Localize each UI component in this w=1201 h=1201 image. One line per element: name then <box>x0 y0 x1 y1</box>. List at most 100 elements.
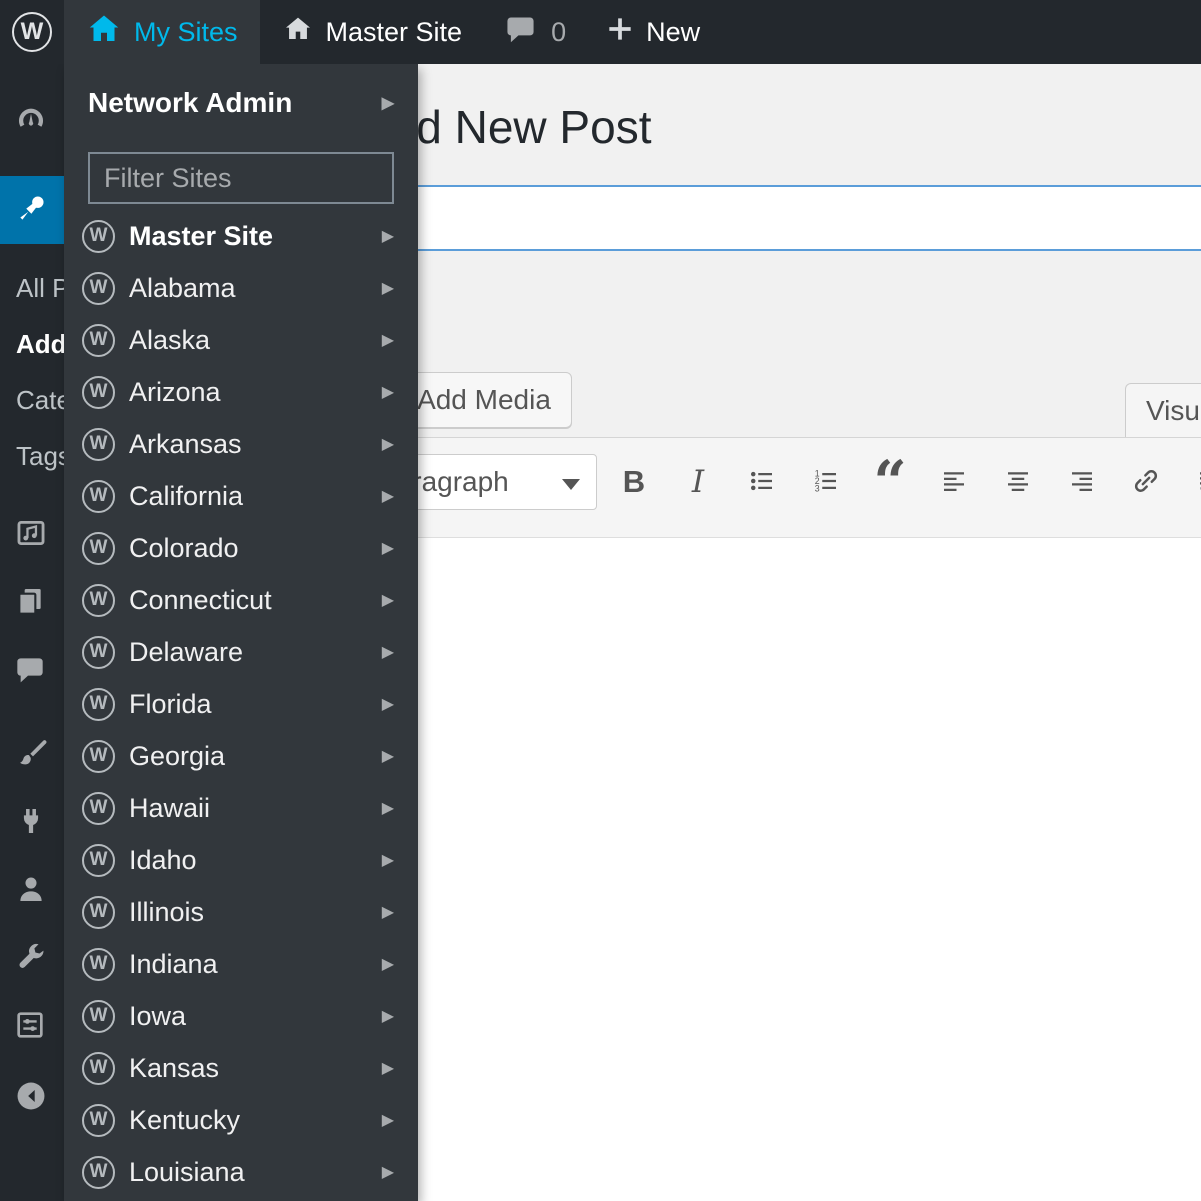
current-site-label: Master Site <box>325 16 463 47</box>
wordpress-site-icon <box>82 479 115 513</box>
site-menu-item[interactable]: Arkansas <box>64 418 418 470</box>
wordpress-site-icon <box>82 947 115 981</box>
site-menu-item[interactable]: California <box>64 470 418 522</box>
align-center-button[interactable] <box>990 454 1046 510</box>
site-menu-item[interactable]: Illinois <box>64 886 418 938</box>
plus-icon <box>604 13 636 52</box>
site-name-label: Arkansas <box>129 428 242 459</box>
wordpress-site-icon <box>82 687 115 721</box>
site-menu-item[interactable]: Louisiana <box>64 1146 418 1198</box>
site-menu-item[interactable]: Hawaii <box>64 782 418 834</box>
site-menu-item[interactable]: Alaska <box>64 314 418 366</box>
new-label: New <box>646 16 701 47</box>
my-sites-menu-item[interactable]: My Sites <box>64 0 260 64</box>
multisite-house-icon <box>86 11 122 54</box>
my-sites-list: Master Site Alabama Alaska Ar <box>64 210 418 1198</box>
link-button[interactable] <box>1118 454 1174 510</box>
wordpress-admin-screen: Add New Post Add Media Visual Paragraph … <box>0 0 1201 1201</box>
read-more-button[interactable] <box>1182 454 1201 510</box>
current-site-menu-item[interactable]: Master Site <box>260 0 485 64</box>
home-icon <box>282 13 314 52</box>
bulleted-list-button[interactable] <box>734 454 790 510</box>
site-menu-item[interactable]: Florida <box>64 678 418 730</box>
site-name-label: Arizona <box>129 376 221 407</box>
site-menu-item[interactable]: Master Site <box>64 210 418 262</box>
chevron-right-icon <box>382 642 394 662</box>
site-filter-input[interactable] <box>88 152 394 204</box>
site-menu-item[interactable]: Iowa <box>64 990 418 1042</box>
pages-icon <box>14 585 46 622</box>
chevron-right-icon <box>382 93 394 113</box>
site-menu-item[interactable]: Connecticut <box>64 574 418 626</box>
main-content: Add New Post Add Media Visual Paragraph … <box>320 64 1201 1201</box>
network-admin-item[interactable]: Network Admin <box>64 64 418 142</box>
blockquote-button[interactable] <box>862 454 918 510</box>
wordpress-site-icon <box>82 1051 115 1085</box>
collapse-arrow-icon <box>14 1079 48 1118</box>
chevron-right-icon <box>382 330 394 350</box>
site-menu-item[interactable]: Delaware <box>64 626 418 678</box>
chevron-right-icon <box>382 538 394 558</box>
my-sites-label: My Sites <box>134 16 238 47</box>
chevron-right-icon <box>382 1006 394 1026</box>
site-name-label: Indiana <box>129 948 218 979</box>
site-menu-item[interactable]: Arizona <box>64 366 418 418</box>
tab-visual[interactable]: Visual <box>1125 383 1201 438</box>
site-name-label: Master Site <box>129 220 274 251</box>
site-name-label: Colorado <box>129 532 239 563</box>
paintbrush-icon <box>14 736 48 775</box>
bold-button[interactable]: B <box>606 454 662 510</box>
site-menu-item[interactable]: Idaho <box>64 834 418 886</box>
add-media-label: Add Media <box>417 384 551 415</box>
posts-submenu-label: Tags <box>16 440 71 471</box>
site-menu-item[interactable]: Colorado <box>64 522 418 574</box>
media-icon <box>14 516 48 555</box>
new-content-menu-item[interactable]: New <box>586 0 718 64</box>
align-left-button[interactable] <box>926 454 982 510</box>
dashboard-gauge-icon <box>14 103 48 142</box>
wordpress-site-icon <box>82 1155 115 1189</box>
site-menu-item[interactable]: Indiana <box>64 938 418 990</box>
site-menu-item[interactable]: Alabama <box>64 262 418 314</box>
align-right-button[interactable] <box>1054 454 1110 510</box>
site-name-label: Alaska <box>129 324 211 355</box>
wordpress-site-icon <box>82 739 115 773</box>
site-menu-item[interactable]: Kentucky <box>64 1094 418 1146</box>
link-icon <box>1131 466 1161 499</box>
site-menu-item[interactable]: Georgia <box>64 730 418 782</box>
wordpress-site-icon <box>82 843 115 877</box>
wordpress-logo-icon <box>12 12 52 52</box>
numbered-list-button[interactable]: 123 <box>798 454 854 510</box>
comments-bubble-icon <box>504 12 537 52</box>
numbered-list-icon: 123 <box>811 466 841 499</box>
blockquote-icon <box>873 439 906 525</box>
italic-button[interactable]: I <box>670 454 726 510</box>
site-name-label: Illinois <box>129 896 205 927</box>
wordpress-site-icon <box>82 531 115 565</box>
network-admin-label: Network Admin <box>88 87 293 118</box>
editor-content-area[interactable] <box>361 538 1201 1201</box>
editor: Paragraph B I 123 <box>360 437 1201 1201</box>
chevron-right-icon <box>382 954 394 974</box>
align-center-icon <box>1003 466 1033 499</box>
editor-toolbar: Paragraph B I 123 <box>361 438 1201 538</box>
wordpress-site-icon <box>82 791 115 825</box>
chevron-right-icon <box>382 1110 394 1130</box>
post-title-input[interactable] <box>360 185 1201 251</box>
chevron-right-icon <box>382 382 394 402</box>
my-sites-dropdown: Network Admin Master Site Alabama <box>64 64 418 1201</box>
chevron-right-icon <box>382 798 394 818</box>
site-menu-item[interactable]: Kansas <box>64 1042 418 1094</box>
chevron-right-icon <box>382 694 394 714</box>
wordpress-site-icon <box>82 375 115 409</box>
comments-menu-item[interactable]: 0 <box>484 0 586 64</box>
dropdown-caret-icon <box>562 479 580 490</box>
site-name-label: Alabama <box>129 272 236 303</box>
wordpress-logo-menu[interactable] <box>0 0 64 64</box>
wordpress-site-icon <box>82 895 115 929</box>
site-name-label: Georgia <box>129 740 226 771</box>
site-name-label: Florida <box>129 688 212 719</box>
wordpress-site-icon <box>82 271 115 305</box>
site-name-label: Delaware <box>129 636 244 667</box>
wordpress-site-icon <box>82 635 115 669</box>
